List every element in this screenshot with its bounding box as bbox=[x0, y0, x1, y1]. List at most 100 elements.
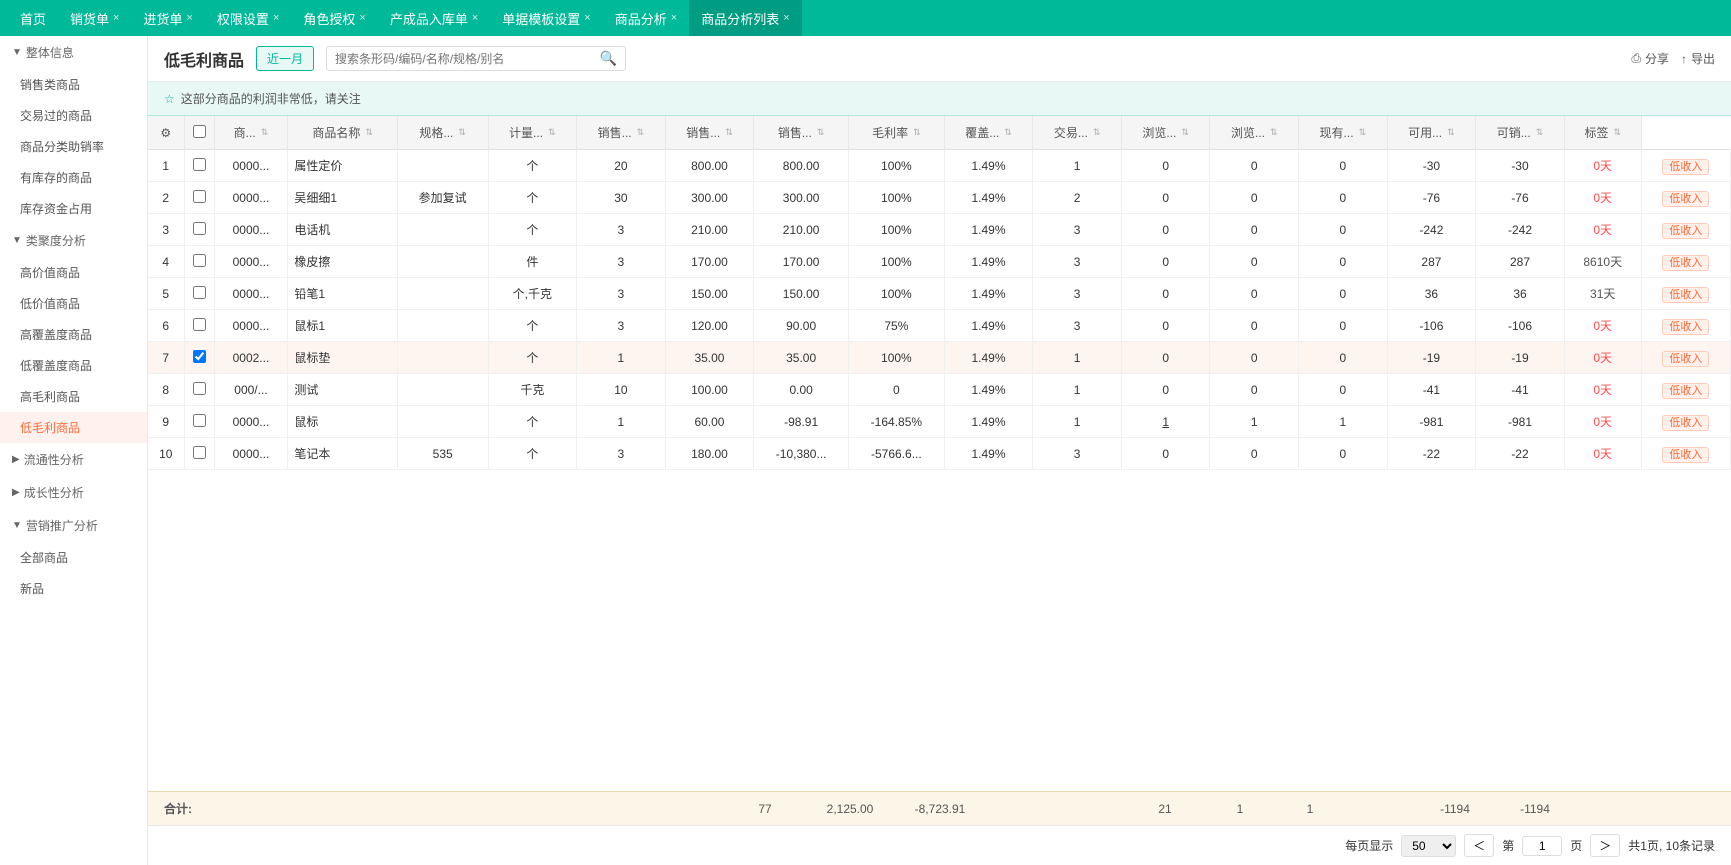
row-tag: 低收入 bbox=[1641, 182, 1730, 214]
row-select-checkbox[interactable] bbox=[193, 414, 206, 427]
trade-link[interactable]: 1 bbox=[1162, 415, 1169, 429]
search-icon[interactable]: 🔍 bbox=[600, 50, 617, 67]
row-price2: 0.00 bbox=[754, 374, 849, 406]
row-tag: 低收入 bbox=[1641, 150, 1730, 182]
row-gross: 1.49% bbox=[944, 310, 1033, 342]
select-all-checkbox[interactable] bbox=[193, 125, 206, 138]
sidebar-group-growth[interactable]: ▶ 成长性分析 bbox=[0, 476, 147, 509]
row-current: -981 bbox=[1387, 406, 1476, 438]
row-trade: 0 bbox=[1121, 310, 1210, 342]
nav-product-analysis-list[interactable]: 商品分析列表 × bbox=[689, 0, 801, 36]
sidebar-item-capital[interactable]: 库存资金占用 bbox=[0, 193, 147, 224]
nav-products-inbound[interactable]: 产成品入库单 × bbox=[378, 0, 490, 36]
sidebar-item-all-products[interactable]: 全部商品 bbox=[0, 542, 147, 573]
nav-product-analysis[interactable]: 商品分析 × bbox=[603, 0, 689, 36]
nav-template-close[interactable]: × bbox=[584, 12, 590, 24]
nav-permissions[interactable]: 权限设置 × bbox=[205, 0, 291, 36]
row-price2: -10,380... bbox=[754, 438, 849, 470]
row-select-checkbox[interactable] bbox=[193, 350, 206, 363]
row-tag: 低收入 bbox=[1641, 342, 1730, 374]
nav-permissions-close[interactable]: × bbox=[273, 12, 279, 24]
nav-sales[interactable]: 销货单 × bbox=[58, 0, 131, 36]
row-coverage: 3 bbox=[1033, 246, 1122, 278]
nav-home[interactable]: 首页 bbox=[8, 0, 58, 36]
row-select-checkbox[interactable] bbox=[193, 158, 206, 171]
row-checkbox bbox=[184, 278, 214, 310]
nav-roles[interactable]: 角色授权 × bbox=[291, 0, 377, 36]
row-checkbox bbox=[184, 150, 214, 182]
nav-products-inbound-close[interactable]: × bbox=[472, 12, 478, 24]
nav-purchase[interactable]: 进货单 × bbox=[131, 0, 204, 36]
row-coverage: 1 bbox=[1033, 150, 1122, 182]
row-trade: 1 bbox=[1121, 406, 1210, 438]
row-select-checkbox[interactable] bbox=[193, 446, 206, 459]
sidebar-group-cluster[interactable]: ▼ 类聚度分析 bbox=[0, 224, 147, 257]
row-select-checkbox[interactable] bbox=[193, 254, 206, 267]
row-available: -22 bbox=[1476, 438, 1565, 470]
sidebar-item-low-value[interactable]: 低价值商品 bbox=[0, 288, 147, 319]
export-button[interactable]: ↑ 导出 bbox=[1681, 50, 1715, 67]
next-page-button[interactable]: ＞ bbox=[1590, 834, 1620, 857]
sidebar-item-in-stock[interactable]: 有库存的商品 bbox=[0, 162, 147, 193]
row-select-checkbox[interactable] bbox=[193, 286, 206, 299]
search-box: 🔍 bbox=[326, 46, 626, 71]
sidebar-item-high-value[interactable]: 高价值商品 bbox=[0, 257, 147, 288]
row-price1: 60.00 bbox=[665, 406, 754, 438]
share-button[interactable]: ⎙ 分享 bbox=[1631, 50, 1669, 67]
page-number-input[interactable] bbox=[1522, 836, 1562, 856]
prev-page-button[interactable]: ＜ bbox=[1464, 834, 1494, 857]
nav-purchase-close[interactable]: × bbox=[186, 12, 192, 24]
row-trade: 0 bbox=[1121, 374, 1210, 406]
total-view: 1 bbox=[1275, 802, 1345, 816]
sidebar-item-traded-products[interactable]: 交易过的商品 bbox=[0, 100, 147, 131]
settings-col-header[interactable]: ⚙ bbox=[148, 116, 184, 150]
row-gross: 1.49% bbox=[944, 246, 1033, 278]
row-tag: 低收入 bbox=[1641, 246, 1730, 278]
page-word: 第 bbox=[1502, 837, 1514, 854]
nav-sales-close[interactable]: × bbox=[113, 12, 119, 24]
total-coverage: 21 bbox=[1125, 802, 1205, 816]
sidebar-group-overall[interactable]: ▼ 整体信息 bbox=[0, 36, 147, 69]
sidebar-group-circulation[interactable]: ▶ 流通性分析 bbox=[0, 443, 147, 476]
row-spec bbox=[397, 374, 488, 406]
row-price3: 100% bbox=[849, 150, 945, 182]
product-table-container: ⚙ 商...⇅ 商品名称⇅ 规格...⇅ 计量...⇅ 销售...⇅ 销售...… bbox=[148, 116, 1731, 791]
row-view1: 0 bbox=[1210, 150, 1299, 182]
sidebar-item-sales-products[interactable]: 销售类商品 bbox=[0, 69, 147, 100]
row-price1: 300.00 bbox=[665, 182, 754, 214]
nav-template[interactable]: 单据模板设置 × bbox=[490, 0, 602, 36]
sidebar-item-low-coverage[interactable]: 低覆盖度商品 bbox=[0, 350, 147, 381]
filter-recent-month-button[interactable]: 近一月 bbox=[256, 46, 314, 71]
row-select-checkbox[interactable] bbox=[193, 222, 206, 235]
row-spec bbox=[397, 278, 488, 310]
nav-roles-close[interactable]: × bbox=[359, 12, 365, 24]
row-select-checkbox[interactable] bbox=[193, 318, 206, 331]
row-checkbox bbox=[184, 214, 214, 246]
row-gross: 1.49% bbox=[944, 342, 1033, 374]
checkbox-col-header[interactable] bbox=[184, 116, 214, 150]
sidebar-item-high-margin[interactable]: 高毛利商品 bbox=[0, 381, 147, 412]
row-select-checkbox[interactable] bbox=[193, 190, 206, 203]
row-coverage: 3 bbox=[1033, 438, 1122, 470]
sidebar-item-low-margin[interactable]: 低毛利商品 bbox=[0, 412, 147, 443]
col-sales-profit: 销售...⇅ bbox=[754, 116, 849, 150]
sidebar-item-category-sales-rate[interactable]: 商品分类助销率 bbox=[0, 131, 147, 162]
sidebar-item-high-coverage[interactable]: 高覆盖度商品 bbox=[0, 319, 147, 350]
nav-product-analysis-close[interactable]: × bbox=[671, 12, 677, 24]
row-select-checkbox[interactable] bbox=[193, 382, 206, 395]
row-price2: 300.00 bbox=[754, 182, 849, 214]
row-gross: 1.49% bbox=[944, 182, 1033, 214]
sidebar-item-new-products[interactable]: 新品 bbox=[0, 573, 147, 604]
page-header: 低毛利商品 近一月 🔍 ⎙ 分享 ↑ 导出 bbox=[148, 36, 1731, 82]
share-icon: ⎙ bbox=[1631, 51, 1641, 66]
row-tag: 低收入 bbox=[1641, 214, 1730, 246]
row-price3: 100% bbox=[849, 246, 945, 278]
page-size-select[interactable]: 50 100 200 bbox=[1401, 835, 1456, 857]
arrow-icon-growth: ▶ bbox=[12, 487, 20, 498]
row-price3: 100% bbox=[849, 342, 945, 374]
sidebar-group-marketing[interactable]: ▼ 营销推广分析 bbox=[0, 509, 147, 542]
nav-product-analysis-list-close[interactable]: × bbox=[783, 12, 789, 24]
search-input[interactable] bbox=[335, 52, 600, 66]
pagination: 每页显示 50 100 200 ＜ 第 页 ＞ 共1页, 10条记录 bbox=[148, 825, 1731, 865]
table-row: 5 0000... 铅笔1 个,千克 3 150.00 150.00 100% … bbox=[148, 278, 1731, 310]
